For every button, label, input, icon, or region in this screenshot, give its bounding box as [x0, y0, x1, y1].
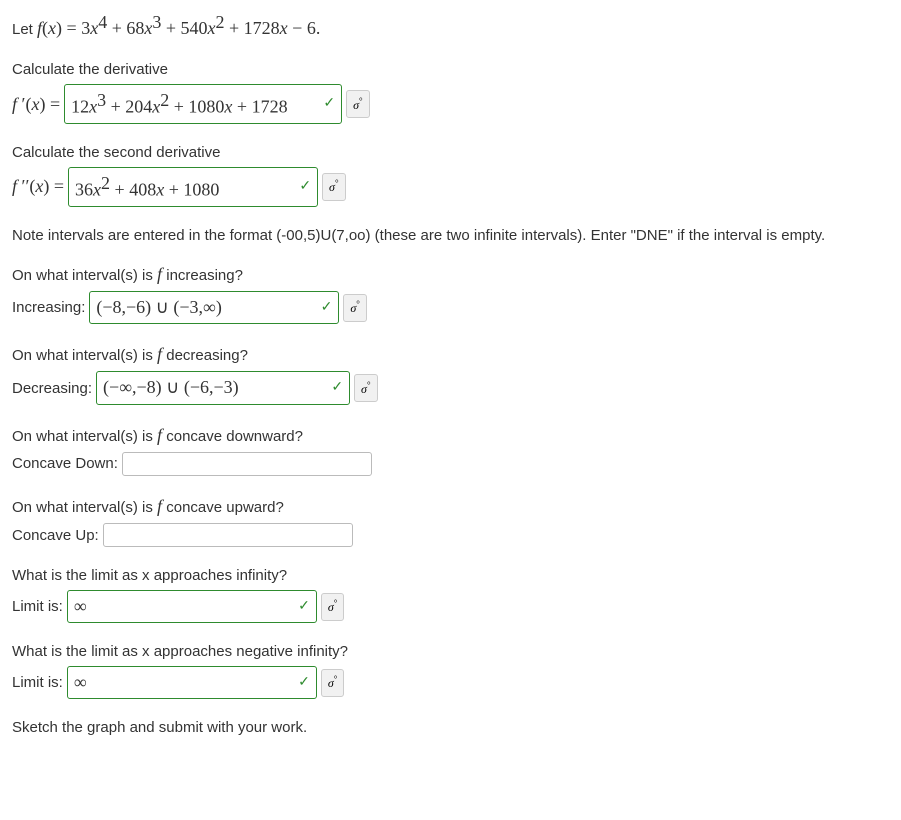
q8-label: Limit is: [12, 672, 63, 693]
format-button[interactable]: σ° [321, 593, 345, 621]
q3-answer-value: (−8,−6) ∪ (−3,∞) [96, 295, 314, 320]
q7-label: Limit is: [12, 596, 63, 617]
q7-answer-value: ∞ [74, 594, 292, 619]
check-icon: ✓ [299, 177, 311, 197]
q8-answer-box[interactable]: ∞ ✓ [67, 666, 317, 699]
check-icon: ✓ [298, 597, 310, 617]
sigma-icon: σ° [350, 299, 360, 316]
sigma-icon: σ° [361, 380, 371, 397]
q5-prompt: On what interval(s) is f concave downwar… [12, 423, 889, 448]
question-concave-up: On what interval(s) is f concave upward?… [12, 494, 889, 547]
question-concave-down: On what interval(s) is f concave downwar… [12, 423, 889, 476]
q6-answer-box[interactable] [103, 523, 353, 547]
q3-prompt: On what interval(s) is f increasing? [12, 262, 889, 287]
sigma-icon: σ° [328, 674, 338, 691]
q7-answer-box[interactable]: ∞ ✓ [67, 590, 317, 623]
q3-label: Increasing: [12, 297, 85, 318]
intro-prefix: Let [12, 21, 37, 38]
question-second-derivative: Calculate the second derivative f ′′(x) … [12, 142, 889, 207]
question-limit-infinity: What is the limit as x approaches infini… [12, 565, 889, 623]
format-button[interactable]: σ° [343, 294, 367, 322]
check-icon: ✓ [331, 378, 343, 398]
q4-label: Decreasing: [12, 378, 92, 399]
check-icon: ✓ [321, 298, 333, 318]
q5-answer-box[interactable] [122, 452, 372, 476]
intro-equation: Let f(x) = 3x4 + 68x3 + 540x2 + 1728x − … [12, 10, 889, 41]
q4-prompt: On what interval(s) is f decreasing? [12, 342, 889, 367]
footer-instruction: Sketch the graph and submit with your wo… [12, 717, 889, 738]
check-icon: ✓ [323, 94, 335, 114]
check-icon: ✓ [298, 673, 310, 693]
q2-answer-box[interactable]: 36x2 + 408x + 1080 ✓ [68, 167, 318, 207]
q5-label: Concave Down: [12, 453, 118, 474]
q2-prompt: Calculate the second derivative [12, 142, 889, 163]
q7-prompt: What is the limit as x approaches infini… [12, 565, 889, 586]
q3-answer-box[interactable]: (−8,−6) ∪ (−3,∞) ✓ [89, 291, 339, 324]
format-button[interactable]: σ° [321, 669, 345, 697]
q2-answer-value: 36x2 + 408x + 1080 [75, 171, 293, 203]
q1-prompt: Calculate the derivative [12, 59, 889, 80]
q1-answer-box[interactable]: 12x3 + 204x2 + 1080x + 1728 ✓ [64, 84, 342, 124]
sigma-icon: σ° [329, 178, 339, 195]
format-button[interactable]: σ° [346, 90, 370, 118]
q1-label: f ′(x) = [12, 92, 60, 117]
q1-answer-value: 12x3 + 204x2 + 1080x + 1728 [71, 88, 317, 120]
sigma-icon: σ° [328, 598, 338, 615]
question-decreasing: On what interval(s) is f decreasing? Dec… [12, 342, 889, 404]
format-button[interactable]: σ° [354, 374, 378, 402]
question-increasing: On what interval(s) is f increasing? Inc… [12, 262, 889, 324]
question-derivative: Calculate the derivative f ′(x) = 12x3 +… [12, 59, 889, 124]
sigma-icon: σ° [353, 96, 363, 113]
q8-prompt: What is the limit as x approaches negati… [12, 641, 889, 662]
interval-note: Note intervals are entered in the format… [12, 225, 889, 246]
question-limit-neg-infinity: What is the limit as x approaches negati… [12, 641, 889, 699]
q4-answer-box[interactable]: (−∞,−8) ∪ (−6,−3) ✓ [96, 371, 350, 404]
q2-label: f ′′(x) = [12, 174, 64, 199]
format-button[interactable]: σ° [322, 173, 346, 201]
q8-answer-value: ∞ [74, 670, 292, 695]
q6-prompt: On what interval(s) is f concave upward? [12, 494, 889, 519]
q4-answer-value: (−∞,−8) ∪ (−6,−3) [103, 375, 325, 400]
q6-label: Concave Up: [12, 525, 99, 546]
